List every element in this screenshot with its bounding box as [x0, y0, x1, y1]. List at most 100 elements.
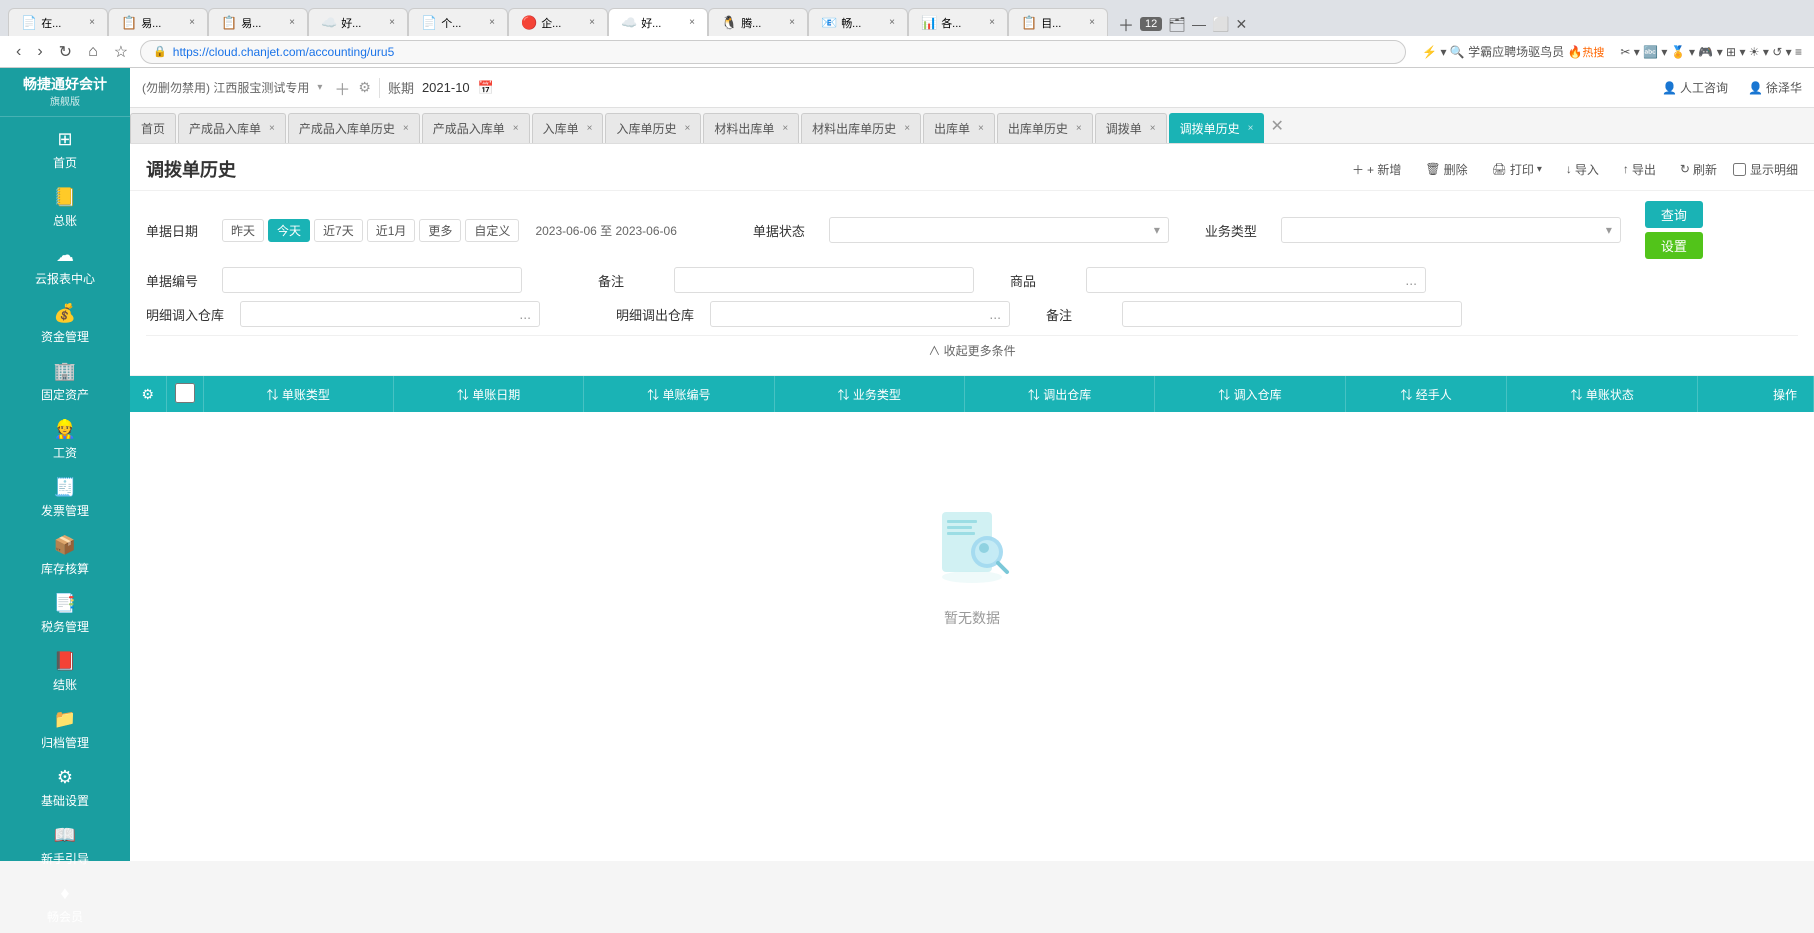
tab-in-hist[interactable]: 入库单历史 ×: [605, 113, 701, 143]
sidebar-item-reports[interactable]: ☁ 云报表中心: [0, 237, 130, 295]
select-all-checkbox[interactable]: [175, 383, 195, 403]
7days-btn[interactable]: 近7天: [314, 219, 363, 242]
sidebar-item-ledger[interactable]: 📒 总账: [0, 179, 130, 237]
more-btn[interactable]: 更多: [419, 219, 461, 242]
tab-close-6[interactable]: ×: [782, 123, 788, 134]
calendar-icon[interactable]: 📅: [478, 80, 494, 96]
tab-transfer[interactable]: 调拨单 ×: [1095, 113, 1167, 143]
new-tab-btn[interactable]: ＋: [1118, 12, 1134, 36]
remark-input[interactable]: [674, 267, 974, 293]
browser-tab-5[interactable]: 📄 个... ×: [408, 8, 508, 36]
detail-out-input-area[interactable]: ...: [710, 301, 1010, 327]
detail-in-dots[interactable]: ...: [519, 306, 531, 322]
sidebar-item-guide[interactable]: 📖 新手引导: [0, 817, 130, 875]
th-doc-num[interactable]: ⇅ 单账编号: [584, 376, 774, 412]
reload-btn[interactable]: ↻: [55, 40, 76, 64]
tab-close-2[interactable]: ×: [403, 123, 409, 134]
minimize-btn[interactable]: —: [1192, 16, 1206, 32]
browser-tab-4[interactable]: ☁️ 好... ×: [308, 8, 408, 36]
settings-gear-icon[interactable]: ⚙: [358, 79, 371, 96]
detail-out-input[interactable]: [719, 307, 989, 321]
th-doc-type[interactable]: ⇅ 单账类型: [203, 376, 393, 412]
tab-material-out[interactable]: 材料出库单 ×: [703, 113, 799, 143]
today-btn[interactable]: 今天: [268, 219, 310, 242]
th-out-warehouse[interactable]: ⇅ 调出仓库: [964, 376, 1154, 412]
remark2-input[interactable]: [1122, 301, 1462, 327]
tab-close-4[interactable]: ×: [587, 123, 593, 134]
tab-product-in-hist[interactable]: 产成品入库单历史 ×: [288, 113, 420, 143]
doc-num-input[interactable]: [222, 267, 522, 293]
print-btn[interactable]: 🖨 打印 ▾: [1484, 157, 1550, 182]
browser-tab-6[interactable]: 🔴 企... ×: [508, 8, 608, 36]
sidebar-item-member[interactable]: ♦ 畅会员: [0, 875, 130, 933]
sidebar-item-invoice[interactable]: 🧾 发票管理: [0, 469, 130, 527]
user-avatar[interactable]: 👤 徐泽华: [1748, 79, 1802, 96]
th-doc-date[interactable]: ⇅ 单账日期: [393, 376, 583, 412]
yesterday-btn[interactable]: 昨天: [222, 219, 264, 242]
tab-close-1[interactable]: ×: [269, 123, 275, 134]
show-cols-checkbox[interactable]: [1733, 163, 1746, 176]
tab-in[interactable]: 入库单 ×: [532, 113, 604, 143]
th-checkbox[interactable]: [166, 376, 203, 412]
export-btn[interactable]: ↑ 导出: [1615, 157, 1664, 182]
tab-out-hist[interactable]: 出库单历史 ×: [997, 113, 1093, 143]
home-btn[interactable]: ⌂: [84, 41, 102, 63]
maximize-btn[interactable]: ⬜: [1212, 16, 1229, 33]
delete-btn[interactable]: 🗑 删除: [1417, 157, 1475, 182]
th-doc-status[interactable]: ⇅ 单账状态: [1507, 376, 1697, 412]
close-btn[interactable]: ✕: [1235, 16, 1247, 33]
browser-tab-8[interactable]: 📧 畅... ×: [808, 8, 908, 36]
browser-tab-3[interactable]: 📋 易... ×: [208, 8, 308, 36]
browser-tab-10[interactable]: 📋 目... ×: [1008, 8, 1108, 36]
collapse-row[interactable]: ∧ 收起更多条件: [146, 335, 1798, 365]
back-btn[interactable]: ‹: [12, 41, 25, 63]
tab-close-11[interactable]: ×: [1248, 123, 1254, 134]
tab-mgr-icon[interactable]: 🗂: [1168, 16, 1186, 33]
detail-in-input[interactable]: [249, 307, 519, 321]
refresh-btn[interactable]: ↻ 刷新: [1672, 157, 1725, 182]
sidebar-item-salary[interactable]: 👷 工资: [0, 411, 130, 469]
new-btn[interactable]: ＋ + 新增: [1344, 157, 1409, 182]
sidebar-item-settings[interactable]: ⚙ 基础设置: [0, 759, 130, 817]
1month-btn[interactable]: 近1月: [367, 219, 416, 242]
tab-close-7[interactable]: ×: [904, 123, 910, 134]
th-in-warehouse[interactable]: ⇅ 调入仓库: [1155, 376, 1345, 412]
user-service-btn[interactable]: 👤 人工咨询: [1662, 79, 1728, 96]
add-company-btn[interactable]: ＋: [334, 76, 350, 100]
browser-tab-2[interactable]: 📋 易... ×: [108, 8, 208, 36]
tab-close-8[interactable]: ×: [978, 123, 984, 134]
tab-close-9[interactable]: ×: [1076, 123, 1082, 134]
tab-out[interactable]: 出库单 ×: [923, 113, 995, 143]
status-select[interactable]: ▾: [829, 217, 1169, 243]
th-gear[interactable]: ⚙: [130, 376, 166, 412]
th-handler[interactable]: ⇅ 经手人: [1345, 376, 1507, 412]
sidebar-item-archive[interactable]: 📁 归档管理: [0, 701, 130, 759]
tab-close-10[interactable]: ×: [1150, 123, 1156, 134]
sidebar-item-tax[interactable]: 📑 税务管理: [0, 585, 130, 643]
browser-tab-1[interactable]: 📄 在... ×: [8, 8, 108, 36]
company-dropdown-icon[interactable]: ▾: [317, 82, 322, 93]
goods-input[interactable]: [1095, 273, 1405, 287]
forward-btn[interactable]: ›: [33, 41, 46, 63]
sidebar-item-inventory[interactable]: 📦 库存核算: [0, 527, 130, 585]
sidebar-item-assets[interactable]: 🏢 固定资产: [0, 353, 130, 411]
settings-btn[interactable]: 设置: [1645, 232, 1703, 259]
browser-tab-9[interactable]: 📊 各... ×: [908, 8, 1008, 36]
browser-tab-7[interactable]: 🐧 腾... ×: [708, 8, 808, 36]
query-btn[interactable]: 查询: [1645, 201, 1703, 228]
tab-material-out-hist[interactable]: 材料出库单历史 ×: [801, 113, 921, 143]
tab-close-3[interactable]: ×: [513, 123, 519, 134]
tab-product-in[interactable]: 产成品入库单 ×: [178, 113, 286, 143]
tab-home[interactable]: 首页: [130, 113, 176, 143]
show-cols-toggle[interactable]: 显示明细: [1733, 161, 1798, 178]
bookmark-btn[interactable]: ☆: [110, 40, 132, 64]
biz-type-select[interactable]: ▾: [1281, 217, 1621, 243]
sidebar-item-home[interactable]: ⊞ 首页: [0, 121, 130, 179]
browser-tab-active[interactable]: ☁️ 好... ×: [608, 8, 708, 36]
detail-out-dots[interactable]: ...: [989, 306, 1001, 322]
goods-input-area[interactable]: ...: [1086, 267, 1426, 293]
tab-close-all[interactable]: ✕: [1270, 116, 1283, 136]
import-btn[interactable]: ↓ 导入: [1558, 157, 1607, 182]
custom-btn[interactable]: 自定义: [465, 219, 519, 242]
th-biz-type[interactable]: ⇅ 业务类型: [774, 376, 964, 412]
